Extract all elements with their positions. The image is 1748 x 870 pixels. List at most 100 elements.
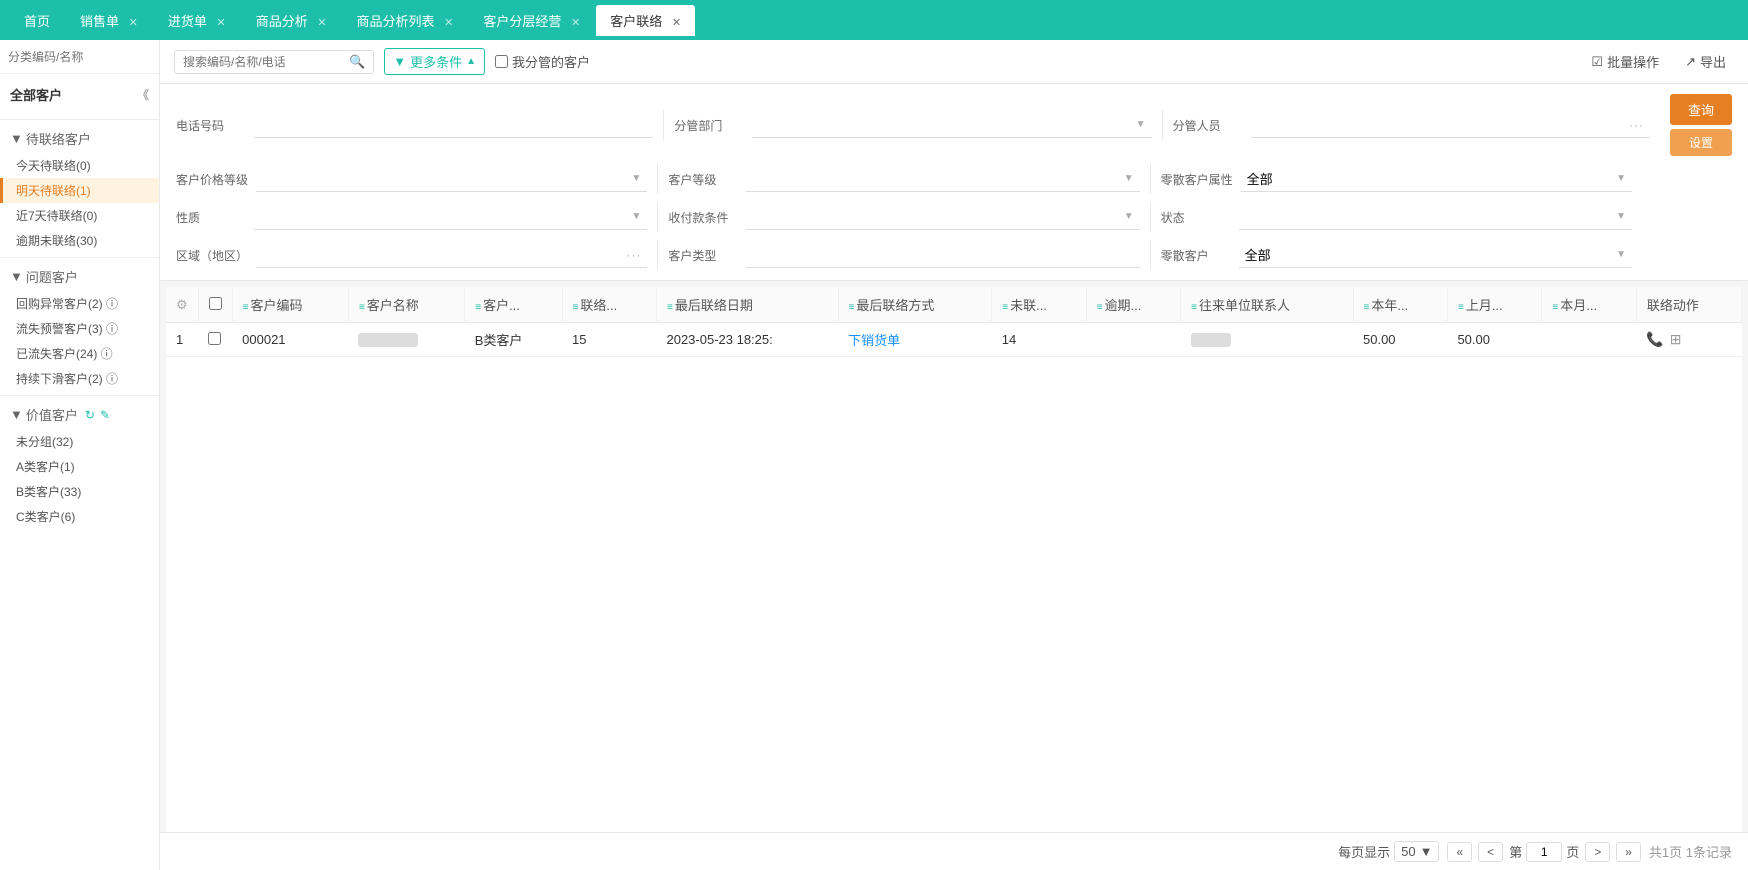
- nav-customer-contact[interactable]: 客户联络 ✕: [596, 5, 695, 36]
- nav-customer-tier[interactable]: 客户分层经营 ✕: [469, 5, 594, 36]
- sidebar-item-abnormal[interactable]: 回购异常客户(2) ⓘ: [0, 291, 159, 316]
- customer-level-select[interactable]: ▼: [746, 166, 1139, 192]
- action-phone-icon[interactable]: 📞: [1646, 331, 1663, 348]
- td-action: 📞 ⊞: [1636, 323, 1741, 357]
- sidebar-item-tomorrow[interactable]: 明天待联络(1): [0, 178, 159, 203]
- query-button[interactable]: 查询: [1670, 94, 1732, 125]
- filter-retail-attr: 零散客户属性 全部▼: [1161, 166, 1632, 192]
- row-checkbox[interactable]: [208, 332, 221, 345]
- page-size-arrow-icon: ▼: [1420, 844, 1433, 859]
- batch-ops-btn[interactable]: ☑ 批量操作: [1583, 49, 1667, 74]
- first-page-btn[interactable]: «: [1447, 842, 1472, 862]
- td-name: [348, 323, 464, 357]
- status-select[interactable]: ▼: [1239, 204, 1632, 230]
- th-contact-count: ≡联络...: [562, 287, 656, 323]
- nav-purchase[interactable]: 进货单 ✕: [154, 5, 240, 36]
- pagination-bar: 每页显示 50 ▼ « < 第 页 > » 共1页 1条记录: [160, 832, 1748, 870]
- close-customer-tier-icon[interactable]: ✕: [571, 17, 580, 29]
- set-button[interactable]: 设置: [1670, 129, 1732, 156]
- more-conditions-label: 更多条件: [410, 52, 462, 71]
- filter-customer-type: 客户类型: [668, 242, 1139, 268]
- sidebar-collapse-icon[interactable]: 《: [137, 86, 149, 103]
- customer-name-blurred: [358, 333, 418, 347]
- sort-date-icon: ≡: [667, 302, 673, 313]
- search-icon[interactable]: 🔍: [349, 54, 365, 70]
- main-search-input[interactable]: [183, 55, 343, 69]
- phone-input[interactable]: [254, 112, 653, 138]
- phone-label: 电话号码: [176, 117, 246, 134]
- sidebar-item-ungrouped[interactable]: 未分组(32): [0, 429, 159, 454]
- batch-label: 批量操作: [1607, 52, 1659, 71]
- sidebar-item-classB[interactable]: B类客户(33): [0, 479, 159, 504]
- my-customers-checkbox-wrap[interactable]: 我分管的客户: [495, 52, 590, 71]
- price-level-select[interactable]: ▼: [256, 166, 647, 192]
- export-btn[interactable]: ↗ 导出: [1677, 49, 1734, 74]
- sort-thismonth-icon: ≡: [1552, 302, 1558, 313]
- sidebar-item-declining[interactable]: 持续下滑客户(2) ⓘ: [0, 366, 159, 391]
- more-conditions-btn[interactable]: ▼ 更多条件 ▲: [384, 48, 485, 75]
- nature-select[interactable]: ▼: [254, 204, 647, 230]
- my-customers-label: 我分管的客户: [512, 52, 590, 71]
- sidebar-item-overdue[interactable]: 逾期未联络(30): [0, 228, 159, 253]
- nature-label: 性质: [176, 209, 246, 226]
- filter-row-4: 区域（地区） ··· 客户类型 零散客户 全部▼: [176, 240, 1732, 270]
- page-num-box: 第 页: [1509, 842, 1579, 862]
- sidebar-group-pending[interactable]: ▼ 待联络客户: [0, 124, 159, 153]
- nav-sales[interactable]: 销售单 ✕: [66, 5, 152, 36]
- action-grid-icon[interactable]: ⊞: [1670, 331, 1682, 348]
- td-related: [1181, 323, 1353, 357]
- sidebar-item-today[interactable]: 今天待联络(0): [0, 153, 159, 178]
- th-gear: ⚙: [166, 287, 198, 323]
- prev-page-btn[interactable]: <: [1478, 842, 1503, 862]
- gear-icon[interactable]: ⚙: [176, 297, 188, 312]
- close-sales-icon[interactable]: ✕: [129, 17, 138, 29]
- last-method-link[interactable]: 下销货单: [848, 333, 900, 348]
- retail-attr-select[interactable]: 全部▼: [1241, 166, 1632, 192]
- last-page-btn[interactable]: »: [1616, 842, 1641, 862]
- sidebar-group-problem[interactable]: ▼ 问题客户: [0, 262, 159, 291]
- filter-region: 区域（地区） ···: [176, 242, 647, 268]
- sidebar-item-classA[interactable]: A类客户(1): [0, 454, 159, 479]
- td-code: 000021: [232, 323, 348, 357]
- retail-attr-arrow-icon: ▼: [1616, 173, 1626, 184]
- td-last-month: 50.00: [1447, 323, 1541, 357]
- edit-icon[interactable]: ✎: [100, 408, 110, 422]
- sidebar-item-lost[interactable]: 已流失客户(24) ⓘ: [0, 341, 159, 366]
- dept-select[interactable]: ▼: [752, 112, 1151, 138]
- payment-select[interactable]: ▼: [746, 204, 1139, 230]
- th-overdue: ≡逾期...: [1086, 287, 1180, 323]
- sidebar-search-input[interactable]: [8, 50, 160, 64]
- sidebar-item-7days[interactable]: 近7天待联络(0): [0, 203, 159, 228]
- nav-home[interactable]: 首页: [10, 5, 64, 36]
- customer-type-input[interactable]: [746, 242, 1139, 268]
- sidebar-all-customers[interactable]: 全部客户 《: [0, 80, 159, 109]
- nav-product-analysis[interactable]: 商品分析 ✕: [242, 5, 341, 36]
- th-type: ≡客户...: [465, 287, 562, 323]
- retail-select[interactable]: 全部▼: [1239, 242, 1632, 268]
- page-size-value: 50: [1401, 844, 1415, 859]
- close-product-list-icon[interactable]: ✕: [444, 17, 453, 29]
- sidebar-item-classC[interactable]: C类客户(6): [0, 504, 159, 529]
- my-customers-checkbox[interactable]: [495, 55, 508, 68]
- nature-arrow-icon: ▼: [631, 211, 641, 222]
- filter-row-2: 客户价格等级 ▼ 客户等级 ▼ 零散客户属性 全部▼: [176, 164, 1732, 194]
- close-purchase-icon[interactable]: ✕: [216, 17, 225, 29]
- refresh-icon[interactable]: ↻: [85, 408, 95, 422]
- next-page-btn[interactable]: >: [1585, 842, 1610, 862]
- close-product-analysis-icon[interactable]: ✕: [317, 17, 326, 29]
- sidebar-item-warning[interactable]: 流失预警客户(3) ⓘ: [0, 316, 159, 341]
- arrow-value-icon: ▼: [10, 407, 23, 422]
- td-check: [198, 323, 232, 357]
- person-input[interactable]: ···: [1251, 112, 1650, 138]
- page-number-input[interactable]: [1526, 842, 1562, 862]
- region-input[interactable]: ···: [256, 242, 647, 268]
- customer-level-label: 客户等级: [668, 171, 738, 188]
- select-all-checkbox[interactable]: [209, 297, 222, 310]
- nav-product-list[interactable]: 商品分析列表 ✕: [343, 5, 468, 36]
- filter-dept: 分管部门 ▼: [674, 112, 1151, 138]
- th-last-method: ≡最后联络方式: [838, 287, 992, 323]
- close-customer-contact-icon[interactable]: ✕: [672, 17, 681, 29]
- sidebar-group-value[interactable]: ▼ 价值客户 ↻ ✎: [0, 400, 159, 429]
- page-size-box[interactable]: 50 ▼: [1394, 841, 1439, 862]
- filter-person: 分管人员 ···: [1173, 112, 1650, 138]
